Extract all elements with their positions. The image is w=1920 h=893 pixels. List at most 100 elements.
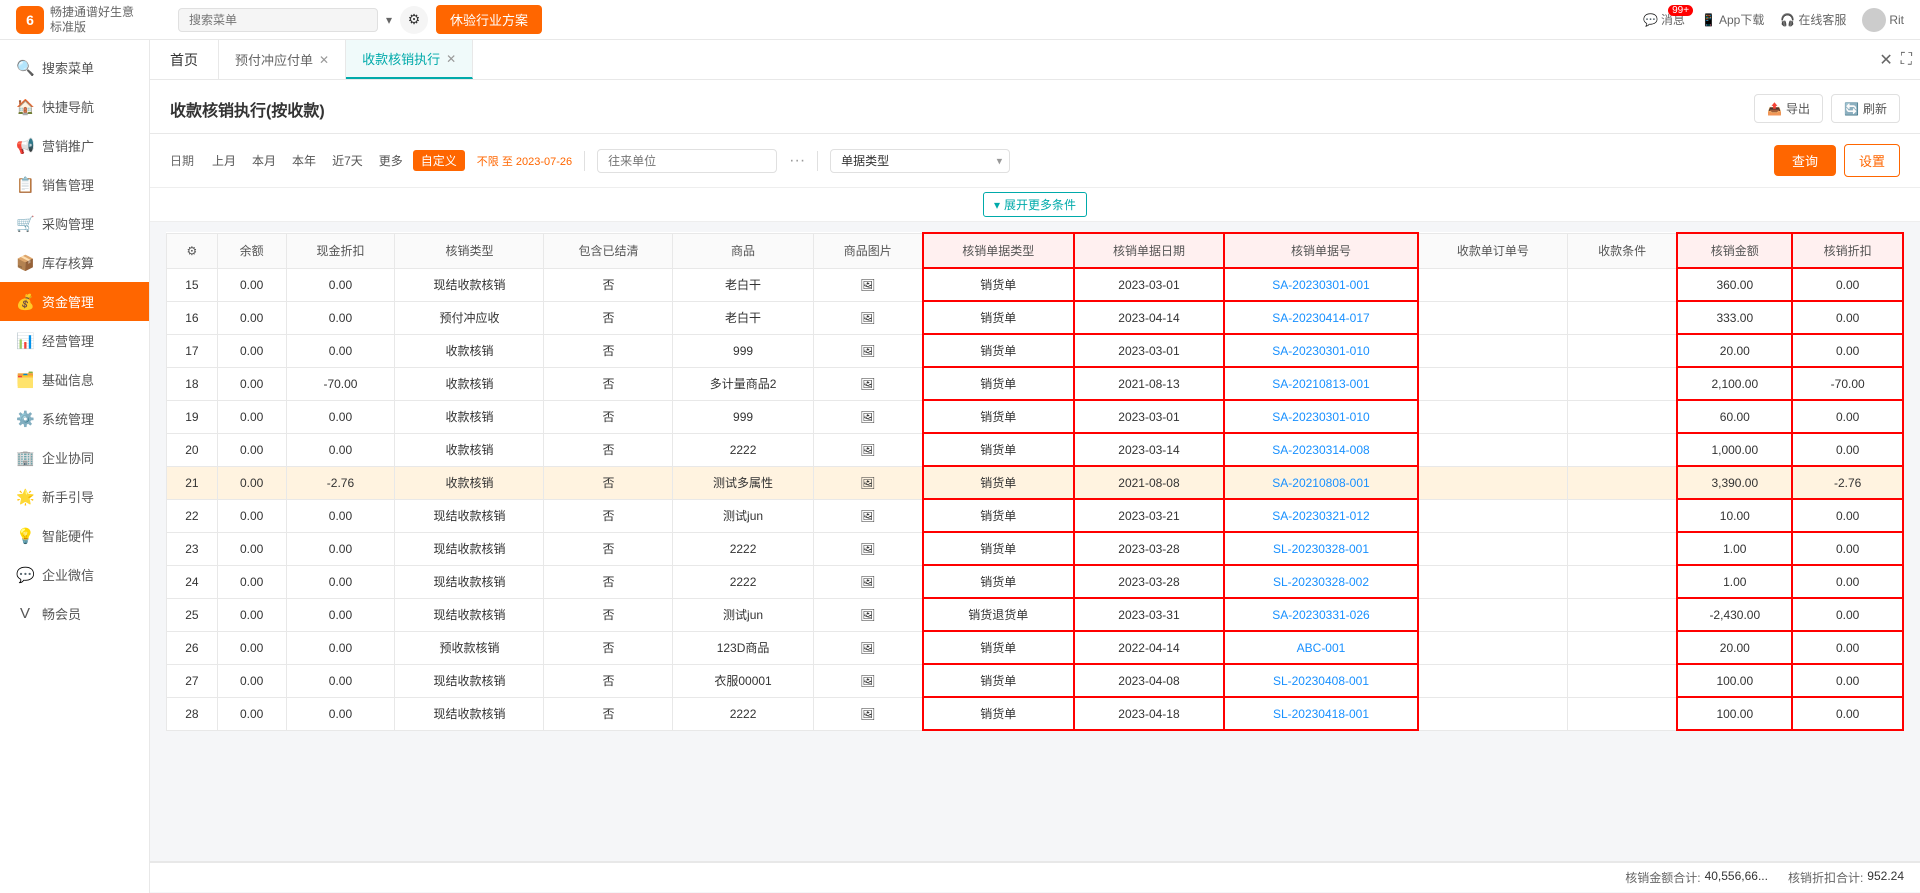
cancel-no-link[interactable]: SA-20230301-001 <box>1272 278 1369 292</box>
cell-1: 0.00 <box>217 466 286 499</box>
sidebar-item-search[interactable]: 🔍搜索菜单 <box>0 48 149 87</box>
expand-window-icon[interactable]: ⛶ <box>1901 51 1912 69</box>
expand-conditions-button[interactable]: ▾ 展开更多条件 <box>983 192 1087 217</box>
notification-item[interactable]: 💬 消息 99+ <box>1643 11 1685 28</box>
cell-0: 20 <box>167 433 218 466</box>
sidebar-item-purchase[interactable]: 🛒采购管理 <box>0 204 149 243</box>
cell-0: 23 <box>167 532 218 565</box>
service-item[interactable]: 🎧 在线客服 <box>1780 11 1846 28</box>
sidebar-item-sales[interactable]: 📋销售管理 <box>0 165 149 204</box>
sidebar-item-operation[interactable]: 📊经营管理 <box>0 321 149 360</box>
service-label: 在线客服 <box>1798 11 1846 28</box>
tab-home[interactable]: 首页 <box>150 40 219 79</box>
doc-type-select[interactable]: 单据类型 <box>830 149 1010 173</box>
sidebar-item-vip[interactable]: V畅会员 <box>0 594 149 633</box>
date-option-本月[interactable]: 本月 <box>246 150 282 171</box>
cell-5: 2222 <box>673 697 813 730</box>
table-area[interactable]: ⚙余额现金折扣核销类型包含已结清商品商品图片核销单据类型核销单据日期核销单据号收… <box>150 222 1920 861</box>
col-header-cancel_discount: 核销折扣 <box>1792 233 1903 268</box>
cancel-no-link[interactable]: SL-20230328-002 <box>1273 575 1369 589</box>
settings-filter-button[interactable]: 设置 <box>1844 144 1900 177</box>
cell-7: 销货单 <box>923 631 1074 664</box>
tab-close-prepay[interactable]: ✕ <box>319 53 329 67</box>
sidebar-item-hardware[interactable]: 💡智能硬件 <box>0 516 149 555</box>
industry-button[interactable]: 休验行业方案 <box>436 5 542 34</box>
sidebar-label-search: 搜索菜单 <box>42 58 94 77</box>
dropdown-chevron[interactable]: ▾ <box>386 13 392 27</box>
cell-2: 0.00 <box>286 664 395 697</box>
sidebar-item-quick-nav[interactable]: 🏠快捷导航 <box>0 87 149 126</box>
cancel-no-link[interactable]: SA-20210813-001 <box>1272 377 1369 391</box>
cancel-no-link[interactable]: SA-20210808-001 <box>1272 476 1369 490</box>
cancel-no-link[interactable]: SL-20230408-001 <box>1273 674 1369 688</box>
tab-collection[interactable]: 收款核销执行✕ <box>346 40 473 79</box>
cell-3: 预付冲应收 <box>395 301 544 334</box>
cell-8: 2023-03-01 <box>1074 334 1225 367</box>
tab-prepay[interactable]: 预付冲应付单✕ <box>219 40 346 79</box>
sidebar-icon-basic: 🗂️ <box>16 371 34 389</box>
search-input-top[interactable] <box>178 8 378 32</box>
table-row: 180.00-70.00收款核销否多计量商品2🖼销货单2021-08-13SA-… <box>167 367 1904 400</box>
sidebar-item-marketing[interactable]: 📢营销推广 <box>0 126 149 165</box>
sidebar-item-finance[interactable]: 💰资金管理 <box>0 282 149 321</box>
cell-6: 🖼 <box>813 400 923 433</box>
cell-12: 1,000.00 <box>1677 433 1792 466</box>
cancel-no-link[interactable]: SL-20230418-001 <box>1273 707 1369 721</box>
cell-10 <box>1418 631 1568 664</box>
sidebar-item-system[interactable]: ⚙️系统管理 <box>0 399 149 438</box>
cell-8: 2023-03-28 <box>1074 565 1225 598</box>
cell-6: 🖼 <box>813 268 923 301</box>
cancel-no-link[interactable]: ABC-001 <box>1297 641 1346 655</box>
cell-7: 销货单 <box>923 400 1074 433</box>
col-header-cancel_date: 核销单据日期 <box>1074 233 1225 268</box>
col-header-collection_order_no: 收款单订单号 <box>1418 233 1568 268</box>
cell-0: 15 <box>167 268 218 301</box>
cell-5: 2222 <box>673 565 813 598</box>
cancel-no-link[interactable]: SL-20230328-001 <box>1273 542 1369 556</box>
cancel-no-link[interactable]: SA-20230321-012 <box>1272 509 1369 523</box>
sidebar-icon-guide: 🌟 <box>16 488 34 506</box>
app-download-item[interactable]: 📱 App下载 <box>1701 11 1764 28</box>
partner-input[interactable] <box>597 149 777 173</box>
sidebar-icon-wechat: 💬 <box>16 566 34 584</box>
date-option-custom[interactable]: 自定义 <box>413 150 465 171</box>
gear-icon-top[interactable]: ⚙ <box>400 6 428 34</box>
sidebar-item-enterprise[interactable]: 🏢企业协同 <box>0 438 149 477</box>
export-button[interactable]: 📤 导出 <box>1754 94 1823 123</box>
partner-dots-icon[interactable]: ··· <box>789 152 805 170</box>
cell-13: 0.00 <box>1792 400 1903 433</box>
cell-4: 否 <box>544 367 673 400</box>
close-window-icon[interactable]: ✕ <box>1879 50 1892 70</box>
refresh-button[interactable]: 🔄 刷新 <box>1831 94 1900 123</box>
cell-5: 多计量商品2 <box>673 367 813 400</box>
table-row: 150.000.00现结收款核销否老白干🖼销货单2023-03-01SA-202… <box>167 268 1904 301</box>
cancel-no-link[interactable]: SA-20230331-026 <box>1272 608 1369 622</box>
cell-8: 2023-03-01 <box>1074 400 1225 433</box>
logo-icon: 6 <box>16 6 44 34</box>
tab-close-collection[interactable]: ✕ <box>446 52 456 66</box>
sidebar-item-guide[interactable]: 🌟新手引导 <box>0 477 149 516</box>
date-option-上月[interactable]: 上月 <box>206 150 242 171</box>
user-area[interactable]: Rit <box>1862 8 1904 32</box>
cell-11 <box>1568 532 1678 565</box>
cell-11 <box>1568 697 1678 730</box>
date-option-更多[interactable]: 更多 <box>373 150 409 171</box>
cell-1: 0.00 <box>217 631 286 664</box>
cell-10 <box>1418 433 1568 466</box>
sidebar-item-inventory[interactable]: 📦库存核算 <box>0 243 149 282</box>
cancel-no-link[interactable]: SA-20230301-010 <box>1272 410 1369 424</box>
cell-2: 0.00 <box>286 697 395 730</box>
cell-5: 123D商品 <box>673 631 813 664</box>
cell-0: 26 <box>167 631 218 664</box>
cancel-no-link[interactable]: SA-20230301-010 <box>1272 344 1369 358</box>
date-option-本年[interactable]: 本年 <box>286 150 322 171</box>
cell-3: 现结收款核销 <box>395 697 544 730</box>
cancel-no-link[interactable]: SA-20230314-008 <box>1272 443 1369 457</box>
date-option-近7天[interactable]: 近7天 <box>326 150 369 171</box>
user-avatar <box>1862 8 1886 32</box>
sidebar-item-basic[interactable]: 🗂️基础信息 <box>0 360 149 399</box>
doc-type-select-wrap: 单据类型 <box>830 149 1010 173</box>
sidebar-item-wechat[interactable]: 💬企业微信 <box>0 555 149 594</box>
query-button[interactable]: 查询 <box>1774 145 1836 176</box>
cancel-no-link[interactable]: SA-20230414-017 <box>1272 311 1369 325</box>
